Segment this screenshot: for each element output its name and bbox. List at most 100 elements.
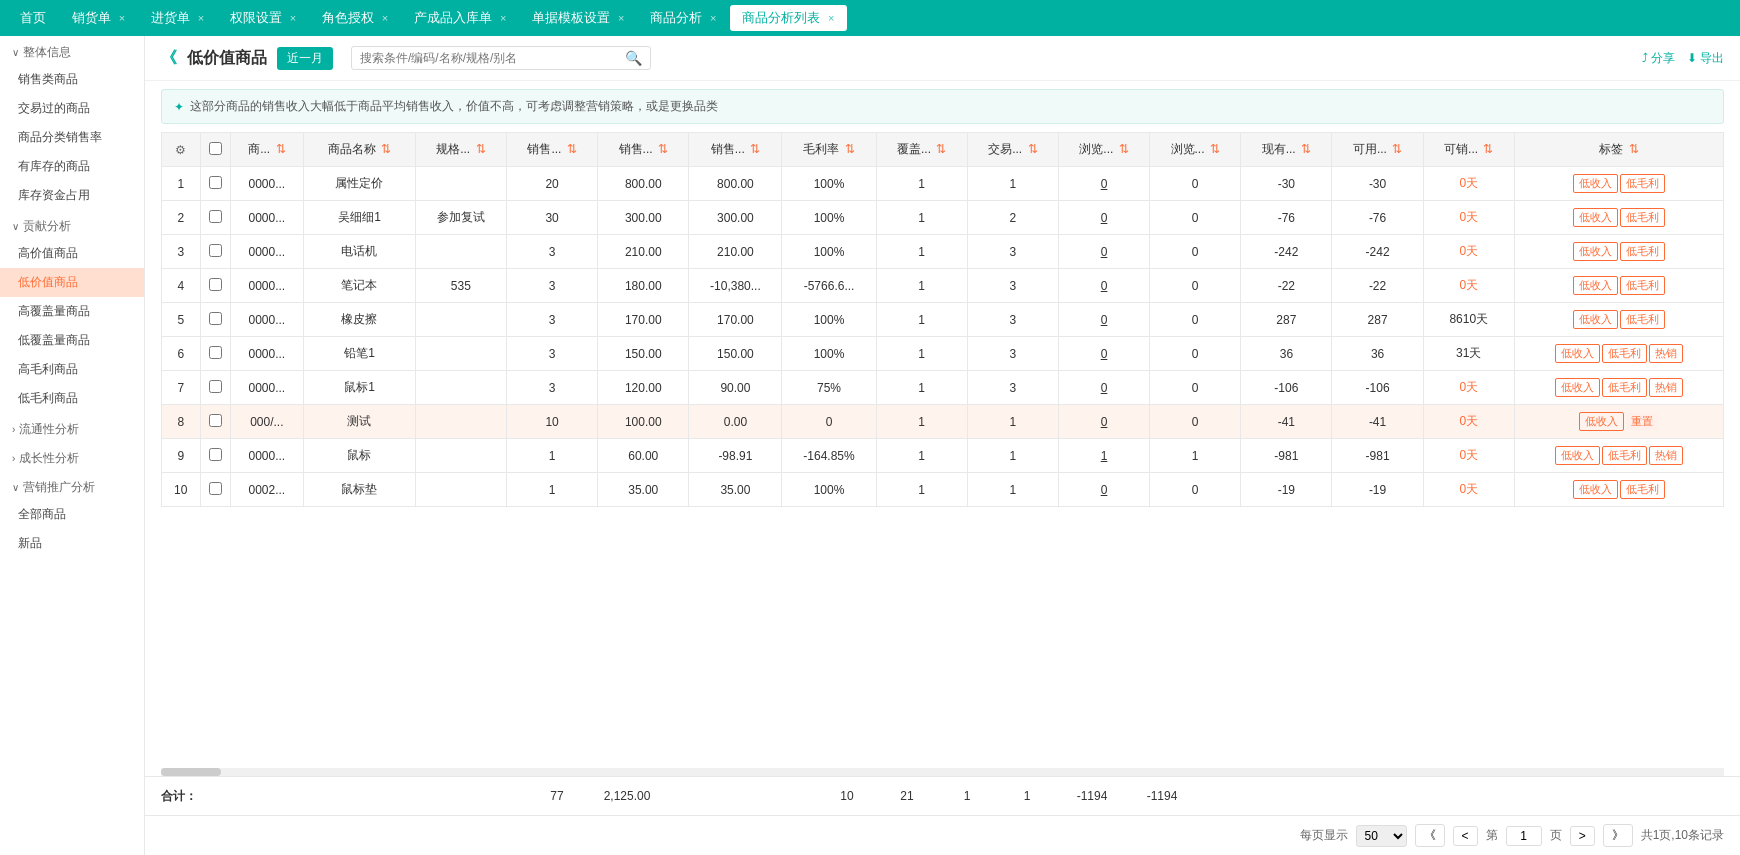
th-view1[interactable]: 浏览... ⇅ — [1058, 133, 1149, 167]
nav-roles[interactable]: 角色授权 × — [310, 5, 400, 31]
row-select-checkbox[interactable] — [209, 244, 222, 257]
close-icon[interactable]: × — [828, 12, 834, 24]
nav-product-analysis-list[interactable]: 商品分析列表 × — [730, 5, 846, 31]
view-link[interactable]: 0 — [1101, 415, 1108, 429]
page-input[interactable] — [1506, 826, 1542, 846]
search-icon[interactable]: 🔍 — [625, 50, 642, 66]
next-page-btn[interactable]: > — [1570, 826, 1595, 846]
sidebar-item-high-coverage[interactable]: 高覆盖量商品 — [0, 297, 144, 326]
row-select-checkbox[interactable] — [209, 176, 222, 189]
th-available[interactable]: 可用... ⇅ — [1332, 133, 1423, 167]
th-coverage[interactable]: 覆盖... ⇅ — [876, 133, 967, 167]
row-view1[interactable]: 0 — [1058, 371, 1149, 405]
first-page-btn[interactable]: 《 — [1415, 824, 1445, 847]
row-view1[interactable]: 0 — [1058, 167, 1149, 201]
row-view1[interactable]: 0 — [1058, 201, 1149, 235]
sidebar-item-stock-fund[interactable]: 库存资金占用 — [0, 181, 144, 210]
sidebar-item-new-goods[interactable]: 新品 — [0, 529, 144, 558]
nav-template[interactable]: 单据模板设置 × — [520, 5, 636, 31]
sidebar-section-growth[interactable]: › 成长性分析 — [0, 442, 144, 471]
row-checkbox[interactable] — [200, 269, 230, 303]
sidebar-item-high-value[interactable]: 高价值商品 — [0, 239, 144, 268]
row-view1[interactable]: 0 — [1058, 235, 1149, 269]
th-saleable[interactable]: 可销... ⇅ — [1423, 133, 1514, 167]
row-select-checkbox[interactable] — [209, 210, 222, 223]
sidebar-item-all-goods[interactable]: 全部商品 — [0, 500, 144, 529]
sidebar-item-stocked-goods[interactable]: 有库存的商品 — [0, 152, 144, 181]
share-button[interactable]: ⤴ 分享 — [1642, 50, 1675, 67]
row-view1[interactable]: 0 — [1058, 337, 1149, 371]
view-link[interactable]: 0 — [1101, 483, 1108, 497]
view-link[interactable]: 0 — [1101, 211, 1108, 225]
sidebar-item-low-value[interactable]: 低价值商品 — [0, 268, 144, 297]
last-page-btn[interactable]: 》 — [1603, 824, 1633, 847]
row-select-checkbox[interactable] — [209, 448, 222, 461]
close-icon[interactable]: × — [119, 12, 125, 24]
row-view1[interactable]: 1 — [1058, 439, 1149, 473]
nav-product-in[interactable]: 产成品入库单 × — [402, 5, 518, 31]
sidebar-item-low-margin[interactable]: 低毛利商品 — [0, 384, 144, 413]
nav-sales[interactable]: 销货单 × — [60, 5, 137, 31]
sidebar-item-category-rate[interactable]: 商品分类销售率 — [0, 123, 144, 152]
th-checkbox[interactable] — [200, 133, 230, 167]
row-checkbox[interactable] — [200, 303, 230, 337]
sidebar-section-marketing[interactable]: ∨ 营销推广分析 — [0, 471, 144, 500]
gear-icon[interactable]: ⚙ — [175, 143, 186, 157]
th-name[interactable]: 商品名称 ⇅ — [304, 133, 416, 167]
view-link[interactable]: 0 — [1101, 245, 1108, 259]
th-sale2[interactable]: 销售... ⇅ — [598, 133, 689, 167]
nav-home[interactable]: 首页 — [8, 5, 58, 31]
page-size-select[interactable]: 10 20 50 100 — [1356, 825, 1407, 847]
view-link[interactable]: 0 — [1101, 313, 1108, 327]
nav-permissions[interactable]: 权限设置 × — [218, 5, 308, 31]
sidebar-item-sales-goods[interactable]: 销售类商品 — [0, 65, 144, 94]
row-select-checkbox[interactable] — [209, 482, 222, 495]
row-select-checkbox[interactable] — [209, 346, 222, 359]
sidebar-section-overall[interactable]: ∨ 整体信息 — [0, 36, 144, 65]
close-icon[interactable]: × — [382, 12, 388, 24]
th-stock[interactable]: 现有... ⇅ — [1241, 133, 1332, 167]
row-checkbox[interactable] — [200, 405, 230, 439]
prev-page-btn[interactable]: < — [1453, 826, 1478, 846]
th-trade[interactable]: 交易... ⇅ — [967, 133, 1058, 167]
close-icon[interactable]: × — [290, 12, 296, 24]
view-link[interactable]: 0 — [1101, 347, 1108, 361]
close-icon[interactable]: × — [198, 12, 204, 24]
view-link[interactable]: 0 — [1101, 177, 1108, 191]
th-margin[interactable]: 毛利率 ⇅ — [782, 133, 876, 167]
search-input[interactable] — [360, 51, 619, 65]
close-icon[interactable]: × — [500, 12, 506, 24]
row-checkbox[interactable] — [200, 473, 230, 507]
close-icon[interactable]: × — [618, 12, 624, 24]
scroll-bar[interactable] — [161, 768, 1724, 776]
scroll-thumb[interactable] — [161, 768, 221, 776]
sidebar-collapse-btn[interactable]: 《 — [161, 48, 177, 69]
sidebar-section-liquidity[interactable]: › 流通性分析 — [0, 413, 144, 442]
sidebar-item-high-margin[interactable]: 高毛利商品 — [0, 355, 144, 384]
row-select-checkbox[interactable] — [209, 414, 222, 427]
sidebar-item-traded-goods[interactable]: 交易过的商品 — [0, 94, 144, 123]
select-all-checkbox[interactable] — [209, 142, 222, 155]
view-link[interactable]: 0 — [1101, 381, 1108, 395]
row-select-checkbox[interactable] — [209, 380, 222, 393]
row-view1[interactable]: 0 — [1058, 473, 1149, 507]
row-checkbox[interactable] — [200, 371, 230, 405]
th-code[interactable]: 商... ⇅ — [230, 133, 304, 167]
nav-purchase[interactable]: 进货单 × — [139, 5, 216, 31]
sidebar-section-contribution[interactable]: ∨ 贡献分析 — [0, 210, 144, 239]
th-sale1[interactable]: 销售... ⇅ — [506, 133, 597, 167]
close-icon[interactable]: × — [710, 12, 716, 24]
row-select-checkbox[interactable] — [209, 312, 222, 325]
view-link[interactable]: 1 — [1101, 449, 1108, 463]
row-view1[interactable]: 0 — [1058, 269, 1149, 303]
th-sale3[interactable]: 销售... ⇅ — [689, 133, 782, 167]
row-select-checkbox[interactable] — [209, 278, 222, 291]
th-spec[interactable]: 规格... ⇅ — [415, 133, 506, 167]
row-checkbox[interactable] — [200, 167, 230, 201]
row-view1[interactable]: 0 — [1058, 303, 1149, 337]
th-view2[interactable]: 浏览... ⇅ — [1150, 133, 1241, 167]
row-checkbox[interactable] — [200, 439, 230, 473]
th-gear[interactable]: ⚙ — [162, 133, 201, 167]
row-checkbox[interactable] — [200, 235, 230, 269]
row-checkbox[interactable] — [200, 201, 230, 235]
